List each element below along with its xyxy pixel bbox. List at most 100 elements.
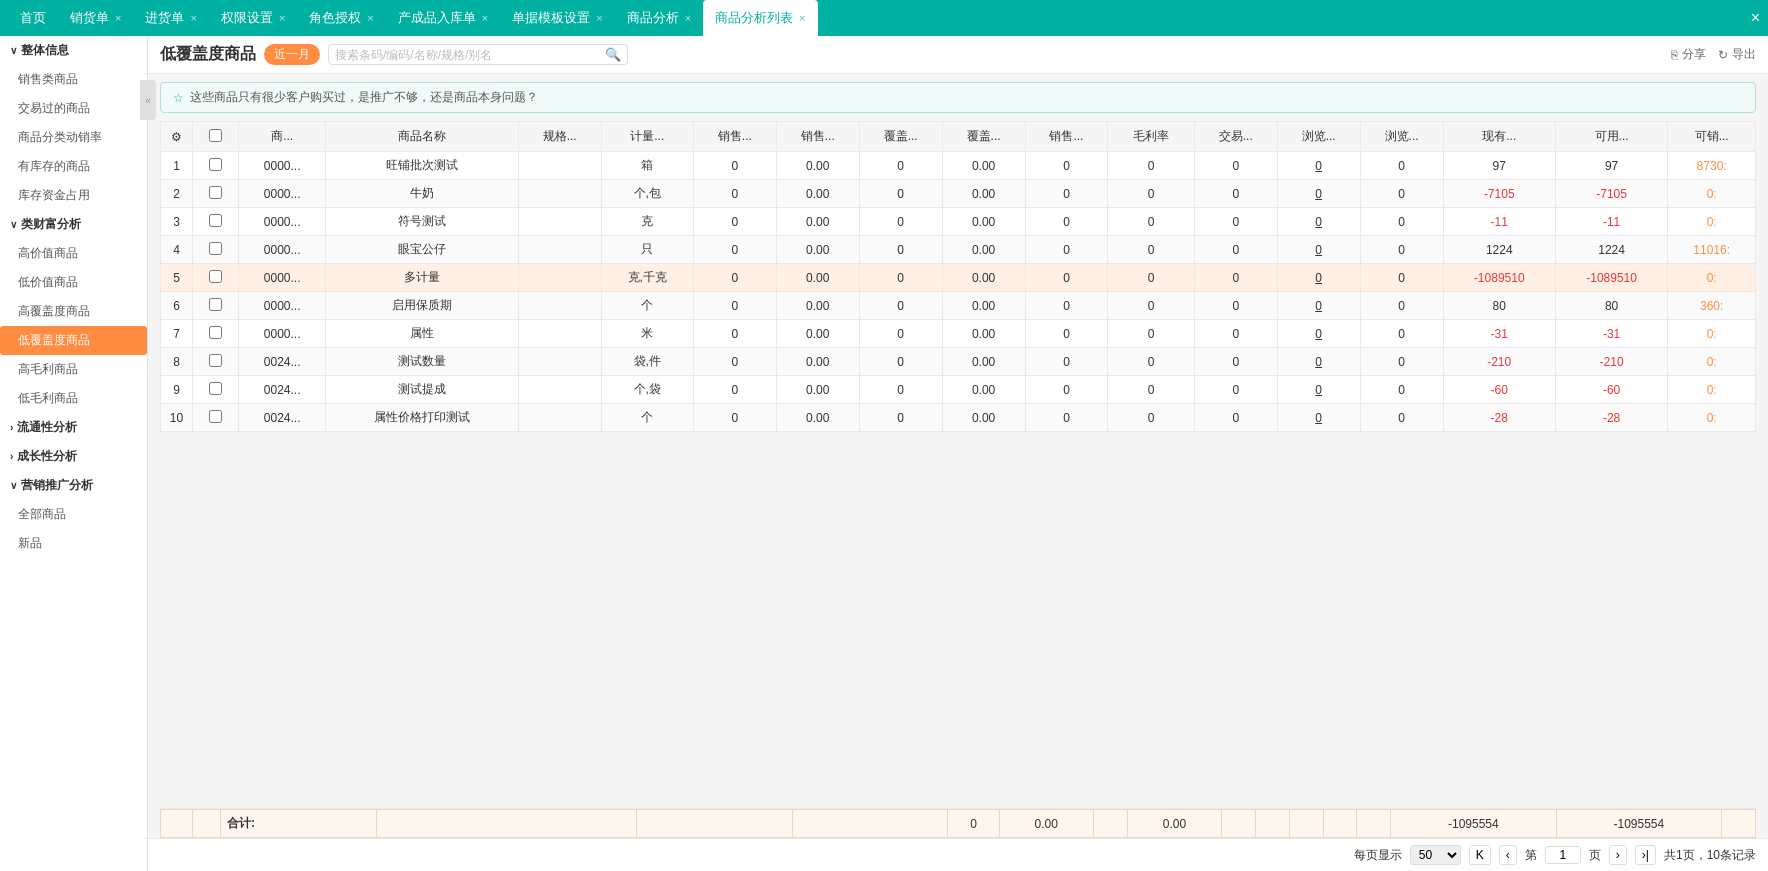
row-checkbox[interactable] bbox=[209, 214, 222, 227]
cell-name: 测试数量 bbox=[326, 348, 518, 376]
cell-checkbox[interactable] bbox=[193, 292, 239, 320]
close-icon[interactable]: × bbox=[596, 12, 602, 24]
cell-spec bbox=[518, 264, 601, 292]
cell-sales-amount: 0.00 bbox=[776, 320, 859, 348]
totals-empty2 bbox=[193, 810, 221, 838]
sidebar-section-marketing[interactable]: ∨ 营销推广分析 bbox=[0, 471, 147, 500]
cell-trade: 0 bbox=[1194, 264, 1277, 292]
close-icon[interactable]: × bbox=[115, 12, 121, 24]
sidebar-item-stocked-goods[interactable]: 有库存的商品 bbox=[0, 152, 147, 181]
nav-tab-sales[interactable]: 销货单 × bbox=[58, 0, 133, 36]
prev-page-button[interactable]: ‹ bbox=[1499, 845, 1517, 865]
cell-browse1[interactable]: 0 bbox=[1277, 292, 1360, 320]
row-checkbox[interactable] bbox=[209, 410, 222, 423]
sidebar-item-high-value[interactable]: 高价值商品 bbox=[0, 239, 147, 268]
close-icon[interactable]: × bbox=[482, 12, 488, 24]
cell-checkbox[interactable] bbox=[193, 348, 239, 376]
row-checkbox[interactable] bbox=[209, 186, 222, 199]
cell-checkbox[interactable] bbox=[193, 404, 239, 432]
last-page-button[interactable]: ›| bbox=[1635, 845, 1656, 865]
cell-browse1[interactable]: 0 bbox=[1277, 208, 1360, 236]
nav-tab-template[interactable]: 单据模板设置 × bbox=[500, 0, 614, 36]
page-size-label: 每页显示 bbox=[1354, 847, 1402, 864]
sidebar-item-traded-goods[interactable]: 交易过的商品 bbox=[0, 94, 147, 123]
cell-coverage2: 0.00 bbox=[942, 376, 1025, 404]
cell-checkbox[interactable] bbox=[193, 320, 239, 348]
cell-checkbox[interactable] bbox=[193, 180, 239, 208]
sidebar-item-high-coverage[interactable]: 高覆盖度商品 bbox=[0, 297, 147, 326]
cell-sales-qty: 0 bbox=[1025, 180, 1108, 208]
nav-tab-purchase[interactable]: 进货单 × bbox=[133, 0, 208, 36]
sidebar-item-stock-capital[interactable]: 库存资金占用 bbox=[0, 181, 147, 210]
cell-unit: 克 bbox=[601, 208, 693, 236]
cell-browse1[interactable]: 0 bbox=[1277, 152, 1360, 180]
date-filter-button[interactable]: 近一月 bbox=[264, 44, 320, 65]
totals-browse1 bbox=[1323, 810, 1357, 838]
cell-checkbox[interactable] bbox=[193, 152, 239, 180]
next-page-button[interactable]: › bbox=[1609, 845, 1627, 865]
page-number-input[interactable] bbox=[1545, 846, 1581, 864]
th-checkbox[interactable] bbox=[193, 122, 239, 152]
cell-stock-current: -60 bbox=[1443, 376, 1555, 404]
cell-stock-available: 80 bbox=[1555, 292, 1667, 320]
row-checkbox[interactable] bbox=[209, 326, 222, 339]
cell-code: 0000... bbox=[238, 152, 326, 180]
first-page-button[interactable]: K bbox=[1469, 845, 1491, 865]
sidebar-item-low-profit[interactable]: 低毛利商品 bbox=[0, 384, 147, 413]
cell-code: 0024... bbox=[238, 404, 326, 432]
sidebar-section-wealth[interactable]: ∨ 类财富分析 bbox=[0, 210, 147, 239]
cell-checkbox[interactable] bbox=[193, 236, 239, 264]
cell-code: 0024... bbox=[238, 376, 326, 404]
sidebar-item-sales-goods[interactable]: 销售类商品 bbox=[0, 65, 147, 94]
th-settings[interactable]: ⚙ bbox=[161, 122, 193, 152]
sidebar-section-overall[interactable]: ∨ 整体信息 bbox=[0, 36, 147, 65]
close-icon[interactable]: × bbox=[367, 12, 373, 24]
cell-browse1[interactable]: 0 bbox=[1277, 348, 1360, 376]
cell-checkbox[interactable] bbox=[193, 264, 239, 292]
totals-coverage1 bbox=[1094, 810, 1128, 838]
select-all-checkbox[interactable] bbox=[209, 129, 222, 142]
th-coverage2: 覆盖... bbox=[942, 122, 1025, 152]
cell-browse1[interactable]: 0 bbox=[1277, 404, 1360, 432]
nav-tab-product-analysis[interactable]: 商品分析 × bbox=[615, 0, 703, 36]
cell-sales-count: 0 bbox=[693, 348, 776, 376]
page-size-select[interactable]: 50 20 100 bbox=[1410, 845, 1461, 865]
cell-browse1[interactable]: 0 bbox=[1277, 236, 1360, 264]
sidebar-item-new-goods[interactable]: 新品 bbox=[0, 529, 147, 558]
cell-browse1[interactable]: 0 bbox=[1277, 264, 1360, 292]
sidebar-item-all-goods[interactable]: 全部商品 bbox=[0, 500, 147, 529]
sidebar-item-category-rate[interactable]: 商品分类动销率 bbox=[0, 123, 147, 152]
close-icon[interactable]: × bbox=[799, 12, 805, 24]
nav-tab-product-in[interactable]: 产成品入库单 × bbox=[386, 0, 500, 36]
close-icon[interactable]: × bbox=[685, 12, 691, 24]
close-icon[interactable]: × bbox=[279, 12, 285, 24]
nav-tab-permission[interactable]: 权限设置 × bbox=[209, 0, 297, 36]
cell-checkbox[interactable] bbox=[193, 208, 239, 236]
row-checkbox[interactable] bbox=[209, 270, 222, 283]
sidebar-item-low-value[interactable]: 低价值商品 bbox=[0, 268, 147, 297]
row-checkbox[interactable] bbox=[209, 158, 222, 171]
sidebar-item-low-coverage[interactable]: 低覆盖度商品 bbox=[0, 326, 147, 355]
sidebar-section-flow[interactable]: › 流通性分析 bbox=[0, 413, 147, 442]
cell-checkbox[interactable] bbox=[193, 376, 239, 404]
search-input[interactable] bbox=[335, 48, 605, 62]
cell-sales-qty: 0 bbox=[1025, 320, 1108, 348]
cell-browse1[interactable]: 0 bbox=[1277, 180, 1360, 208]
nav-tab-product-analysis-list[interactable]: 商品分析列表 × bbox=[703, 0, 817, 36]
cell-browse1[interactable]: 0 bbox=[1277, 376, 1360, 404]
sidebar-collapse-button[interactable]: « bbox=[140, 80, 156, 120]
export-button[interactable]: ↻ 导出 bbox=[1718, 46, 1756, 63]
row-checkbox[interactable] bbox=[209, 354, 222, 367]
row-checkbox[interactable] bbox=[209, 298, 222, 311]
nav-tab-home[interactable]: 首页 bbox=[8, 0, 58, 36]
close-all-tabs-button[interactable]: × bbox=[1751, 9, 1760, 27]
row-checkbox[interactable] bbox=[209, 382, 222, 395]
share-button[interactable]: ⎘ 分享 bbox=[1671, 46, 1706, 63]
sidebar-item-high-profit[interactable]: 高毛利商品 bbox=[0, 355, 147, 384]
sidebar-section-growth[interactable]: › 成长性分析 bbox=[0, 442, 147, 471]
nav-tab-role[interactable]: 角色授权 × bbox=[297, 0, 385, 36]
cell-browse1[interactable]: 0 bbox=[1277, 320, 1360, 348]
close-icon[interactable]: × bbox=[190, 12, 196, 24]
cell-coverage1: 0 bbox=[859, 180, 942, 208]
row-checkbox[interactable] bbox=[209, 242, 222, 255]
